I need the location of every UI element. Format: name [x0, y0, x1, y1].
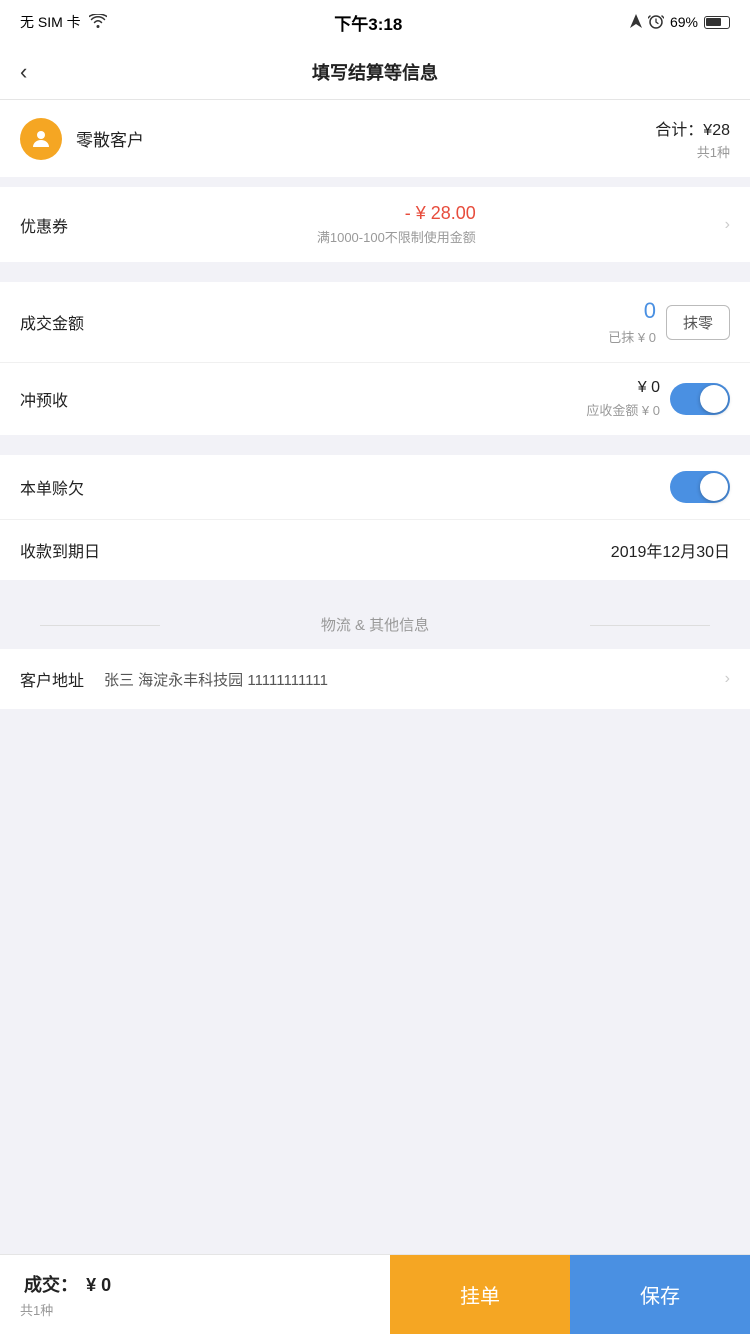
total-amount: 合计：¥28 [655, 116, 730, 140]
status-time: 下午3:18 [334, 10, 402, 35]
bottom-info: 成交： ¥ 0 共1种 [0, 1271, 390, 1319]
deal-amount-sub: 已抹 ¥ 0 [608, 327, 656, 346]
due-date-value[interactable]: 2019年12月30日 [611, 538, 730, 562]
prepayment-label: 冲预收 [20, 387, 68, 411]
logistics-header: 物流 & 其他信息 [0, 600, 750, 649]
total-count: 共1种 [655, 142, 730, 161]
status-right: 69% [630, 13, 730, 32]
battery-percent: 69% [670, 14, 698, 30]
due-date-label: 收款到期日 [20, 538, 100, 562]
status-bar: 无 SIM 卡 下午3:18 69% [0, 0, 750, 44]
wifi-icon [89, 14, 107, 31]
deal-amount-right: 0 已抹 ¥ 0 抹零 [608, 298, 730, 346]
address-section: 客户地址 张三 海淀永丰科技园 11111111111 › [0, 649, 750, 709]
deal-amount-col: 0 已抹 ¥ 0 [608, 298, 656, 346]
credit-label: 本单赊欠 [20, 475, 84, 499]
deal-amount-label: 成交金额 [20, 310, 84, 334]
customer-row: 零散客户 合计：¥28 共1种 [0, 100, 750, 177]
address-value: 张三 海淀永丰科技园 11111111111 [104, 669, 705, 690]
prepayment-sub: 应收金额 ¥ 0 [586, 400, 660, 419]
divider-2 [0, 445, 750, 455]
credit-section: 本单赊欠 收款到期日 2019年12月30日 [0, 455, 750, 580]
credit-toggle-knob [700, 473, 728, 501]
credit-row: 本单赊欠 [0, 455, 750, 520]
battery-icon [704, 16, 730, 29]
prepayment-value: ¥ 0 [638, 379, 660, 397]
coupon-section: 优惠券 - ¥ 28.00 满1000-100不限制使用金额 › [0, 187, 750, 262]
prepayment-right: ¥ 0 应收金额 ¥ 0 [586, 379, 730, 419]
logistics-title: 物流 & 其他信息 [321, 617, 429, 634]
prepayment-row: 冲预收 ¥ 0 应收金额 ¥ 0 [0, 363, 750, 435]
divider-3 [0, 590, 750, 600]
toggle-knob [700, 385, 728, 413]
customer-name: 零散客户 [76, 126, 144, 151]
page-title: 填写结算等信息 [312, 59, 438, 85]
coupon-discount: - ¥ 28.00 [405, 203, 476, 224]
nav-bar: ‹ 填写结算等信息 [0, 44, 750, 100]
status-left: 无 SIM 卡 [20, 12, 107, 32]
deal-section: 成交金额 0 已抹 ¥ 0 抹零 冲预收 ¥ 0 应收金额 ¥ 0 [0, 282, 750, 435]
due-date-row: 收款到期日 2019年12月30日 [0, 520, 750, 580]
content: 零散客户 合计：¥28 共1种 优惠券 - ¥ 28.00 满1000-100不… [0, 100, 750, 809]
address-chevron-icon: › [725, 670, 730, 688]
hang-button[interactable]: 挂单 [390, 1255, 570, 1334]
save-button[interactable]: 保存 [570, 1255, 750, 1334]
coupon-row[interactable]: 优惠券 - ¥ 28.00 满1000-100不限制使用金额 › [0, 187, 750, 262]
bottom-deal-row: 成交： ¥ 0 [20, 1271, 370, 1297]
deal-amount-row: 成交金额 0 已抹 ¥ 0 抹零 [0, 282, 750, 363]
customer-right: 合计：¥28 共1种 [655, 116, 730, 161]
back-button[interactable]: ‹ [20, 61, 27, 83]
address-row[interactable]: 客户地址 张三 海淀永丰科技园 11111111111 › [0, 649, 750, 709]
credit-toggle[interactable] [670, 471, 730, 503]
coupon-label: 优惠券 [20, 213, 68, 237]
bottom-count: 共1种 [20, 1300, 370, 1319]
alarm-icon [648, 13, 664, 32]
coupon-chevron-icon: › [725, 216, 730, 234]
roundoff-button[interactable]: 抹零 [666, 305, 730, 340]
bottom-bar: 成交： ¥ 0 共1种 挂单 保存 [0, 1254, 750, 1334]
deal-amount-value[interactable]: 0 [644, 298, 656, 324]
prepayment-col: ¥ 0 应收金额 ¥ 0 [586, 379, 660, 419]
gps-icon [630, 14, 642, 31]
divider-1 [0, 272, 750, 282]
bottom-deal-amount: ¥ 0 [86, 1275, 111, 1295]
coupon-subtext: 满1000-100不限制使用金额 [317, 227, 476, 246]
no-sim-text: 无 SIM 卡 [20, 12, 81, 32]
coupon-right: - ¥ 28.00 满1000-100不限制使用金额 [317, 203, 476, 246]
customer-left: 零散客户 [20, 118, 144, 160]
prepayment-toggle[interactable] [670, 383, 730, 415]
avatar [20, 118, 62, 160]
address-label: 客户地址 [20, 667, 84, 691]
bottom-deal-label: 成交： [24, 1275, 78, 1295]
